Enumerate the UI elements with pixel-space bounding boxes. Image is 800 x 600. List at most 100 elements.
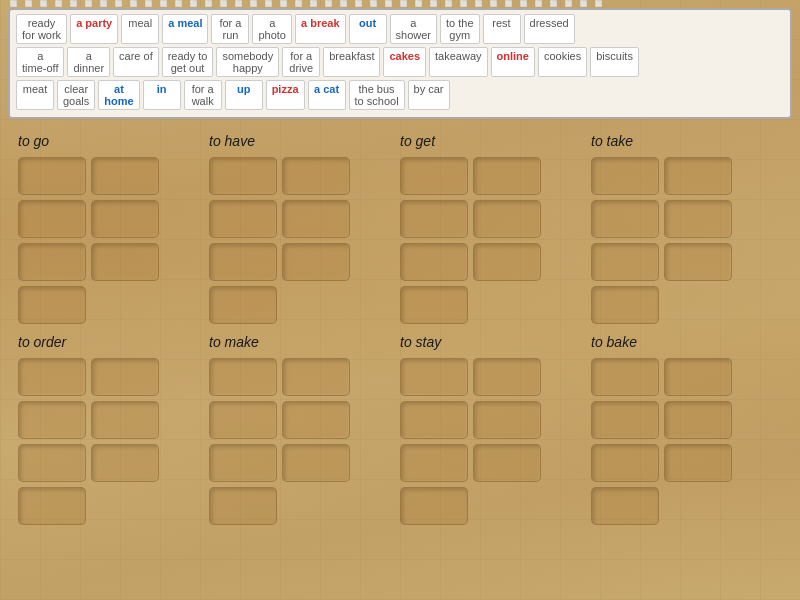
word-card[interactable]: by car bbox=[408, 80, 450, 110]
verb-label-have: to have bbox=[209, 133, 400, 149]
word-card[interactable]: a break bbox=[295, 14, 346, 44]
word-card[interactable]: for a drive bbox=[282, 47, 320, 77]
word-card[interactable]: meat bbox=[16, 80, 54, 110]
drop-slot[interactable] bbox=[473, 358, 541, 396]
drop-slot[interactable] bbox=[18, 200, 86, 238]
drop-slot[interactable] bbox=[209, 358, 277, 396]
slots-go bbox=[18, 157, 209, 281]
word-card[interactable]: pizza bbox=[266, 80, 305, 110]
word-card[interactable]: a meal bbox=[162, 14, 208, 44]
drop-slot-single[interactable] bbox=[209, 286, 277, 324]
word-card[interactable]: at home bbox=[98, 80, 139, 110]
word-card[interactable]: meal bbox=[121, 14, 159, 44]
drop-slot[interactable] bbox=[473, 200, 541, 238]
drop-slot[interactable] bbox=[18, 401, 86, 439]
drop-slot[interactable] bbox=[18, 358, 86, 396]
drop-slot[interactable] bbox=[664, 243, 732, 281]
verb-section-bake: to bake bbox=[591, 334, 782, 525]
word-card[interactable]: a photo bbox=[252, 14, 292, 44]
drop-slot[interactable] bbox=[591, 444, 659, 482]
drop-slot[interactable] bbox=[664, 200, 732, 238]
drop-slot[interactable] bbox=[664, 444, 732, 482]
word-card[interactable]: a party bbox=[70, 14, 118, 44]
word-card[interactable]: breakfast bbox=[323, 47, 380, 77]
slots-order bbox=[18, 358, 209, 482]
drop-slot[interactable] bbox=[282, 401, 350, 439]
drop-slot[interactable] bbox=[664, 401, 732, 439]
word-card[interactable]: a cat bbox=[308, 80, 346, 110]
drop-slot[interactable] bbox=[282, 200, 350, 238]
drop-slot[interactable] bbox=[209, 200, 277, 238]
drop-slot[interactable] bbox=[400, 358, 468, 396]
word-card[interactable]: a time-off bbox=[16, 47, 64, 77]
word-card[interactable]: up bbox=[225, 80, 263, 110]
drop-slot[interactable] bbox=[473, 401, 541, 439]
drop-slot[interactable] bbox=[282, 358, 350, 396]
drop-slot[interactable] bbox=[400, 157, 468, 195]
word-card[interactable]: for a run bbox=[211, 14, 249, 44]
drop-slot[interactable] bbox=[664, 358, 732, 396]
drop-slot[interactable] bbox=[282, 243, 350, 281]
drop-slot[interactable] bbox=[591, 243, 659, 281]
drop-slot-single[interactable] bbox=[18, 286, 86, 324]
word-card[interactable]: in bbox=[143, 80, 181, 110]
drop-slot[interactable] bbox=[400, 401, 468, 439]
verb-section-go: to go bbox=[18, 133, 209, 324]
word-card[interactable]: the bus to school bbox=[349, 80, 405, 110]
word-card[interactable]: a shower bbox=[390, 14, 437, 44]
drop-slot[interactable] bbox=[591, 401, 659, 439]
drop-slot[interactable] bbox=[91, 358, 159, 396]
drop-slot[interactable] bbox=[209, 157, 277, 195]
drop-slot[interactable] bbox=[18, 243, 86, 281]
drop-slot[interactable] bbox=[91, 200, 159, 238]
word-card[interactable]: cakes bbox=[383, 47, 426, 77]
drop-slot[interactable] bbox=[18, 444, 86, 482]
word-card[interactable]: dressed bbox=[524, 14, 575, 44]
drop-slot[interactable] bbox=[664, 157, 732, 195]
drop-slot[interactable] bbox=[400, 243, 468, 281]
drop-slot[interactable] bbox=[91, 243, 159, 281]
drop-slot-single[interactable] bbox=[18, 487, 86, 525]
word-card[interactable]: for a walk bbox=[184, 80, 222, 110]
drop-slot[interactable] bbox=[282, 444, 350, 482]
word-bank-row-3: meatclear goalsat homeinfor a walkuppizz… bbox=[16, 80, 784, 110]
drop-slot[interactable] bbox=[282, 157, 350, 195]
drop-slot[interactable] bbox=[400, 444, 468, 482]
word-card[interactable]: cookies bbox=[538, 47, 587, 77]
drop-slot[interactable] bbox=[91, 401, 159, 439]
word-card[interactable]: biscuits bbox=[590, 47, 639, 77]
drop-slot[interactable] bbox=[591, 200, 659, 238]
drop-slot[interactable] bbox=[209, 401, 277, 439]
word-card[interactable]: somebody happy bbox=[216, 47, 279, 77]
drop-slot[interactable] bbox=[91, 157, 159, 195]
verb-label-take: to take bbox=[591, 133, 782, 149]
drop-slot-single[interactable] bbox=[209, 487, 277, 525]
word-card[interactable]: rest bbox=[483, 14, 521, 44]
drop-slot-single[interactable] bbox=[400, 487, 468, 525]
word-card[interactable]: ready to get out bbox=[162, 47, 214, 77]
drop-slot[interactable] bbox=[473, 157, 541, 195]
drop-slot[interactable] bbox=[91, 444, 159, 482]
word-card[interactable]: to the gym bbox=[440, 14, 480, 44]
drop-slot[interactable] bbox=[400, 200, 468, 238]
drop-slot[interactable] bbox=[473, 243, 541, 281]
word-card[interactable]: a dinner bbox=[67, 47, 110, 77]
drop-slot[interactable] bbox=[209, 243, 277, 281]
verb-groups-top: to go to have to get to take bbox=[8, 133, 792, 324]
verb-label-stay: to stay bbox=[400, 334, 591, 350]
drop-slot[interactable] bbox=[591, 358, 659, 396]
word-card[interactable]: ready for work bbox=[16, 14, 67, 44]
word-card[interactable]: clear goals bbox=[57, 80, 95, 110]
drop-slot[interactable] bbox=[18, 157, 86, 195]
word-card[interactable]: takeaway bbox=[429, 47, 487, 77]
drop-slot-single[interactable] bbox=[591, 487, 659, 525]
verb-label-order: to order bbox=[18, 334, 209, 350]
word-card[interactable]: out bbox=[349, 14, 387, 44]
drop-slot-single[interactable] bbox=[591, 286, 659, 324]
drop-slot-single[interactable] bbox=[400, 286, 468, 324]
word-card[interactable]: online bbox=[491, 47, 535, 77]
drop-slot[interactable] bbox=[209, 444, 277, 482]
word-card[interactable]: care of bbox=[113, 47, 159, 77]
drop-slot[interactable] bbox=[591, 157, 659, 195]
drop-slot[interactable] bbox=[473, 444, 541, 482]
